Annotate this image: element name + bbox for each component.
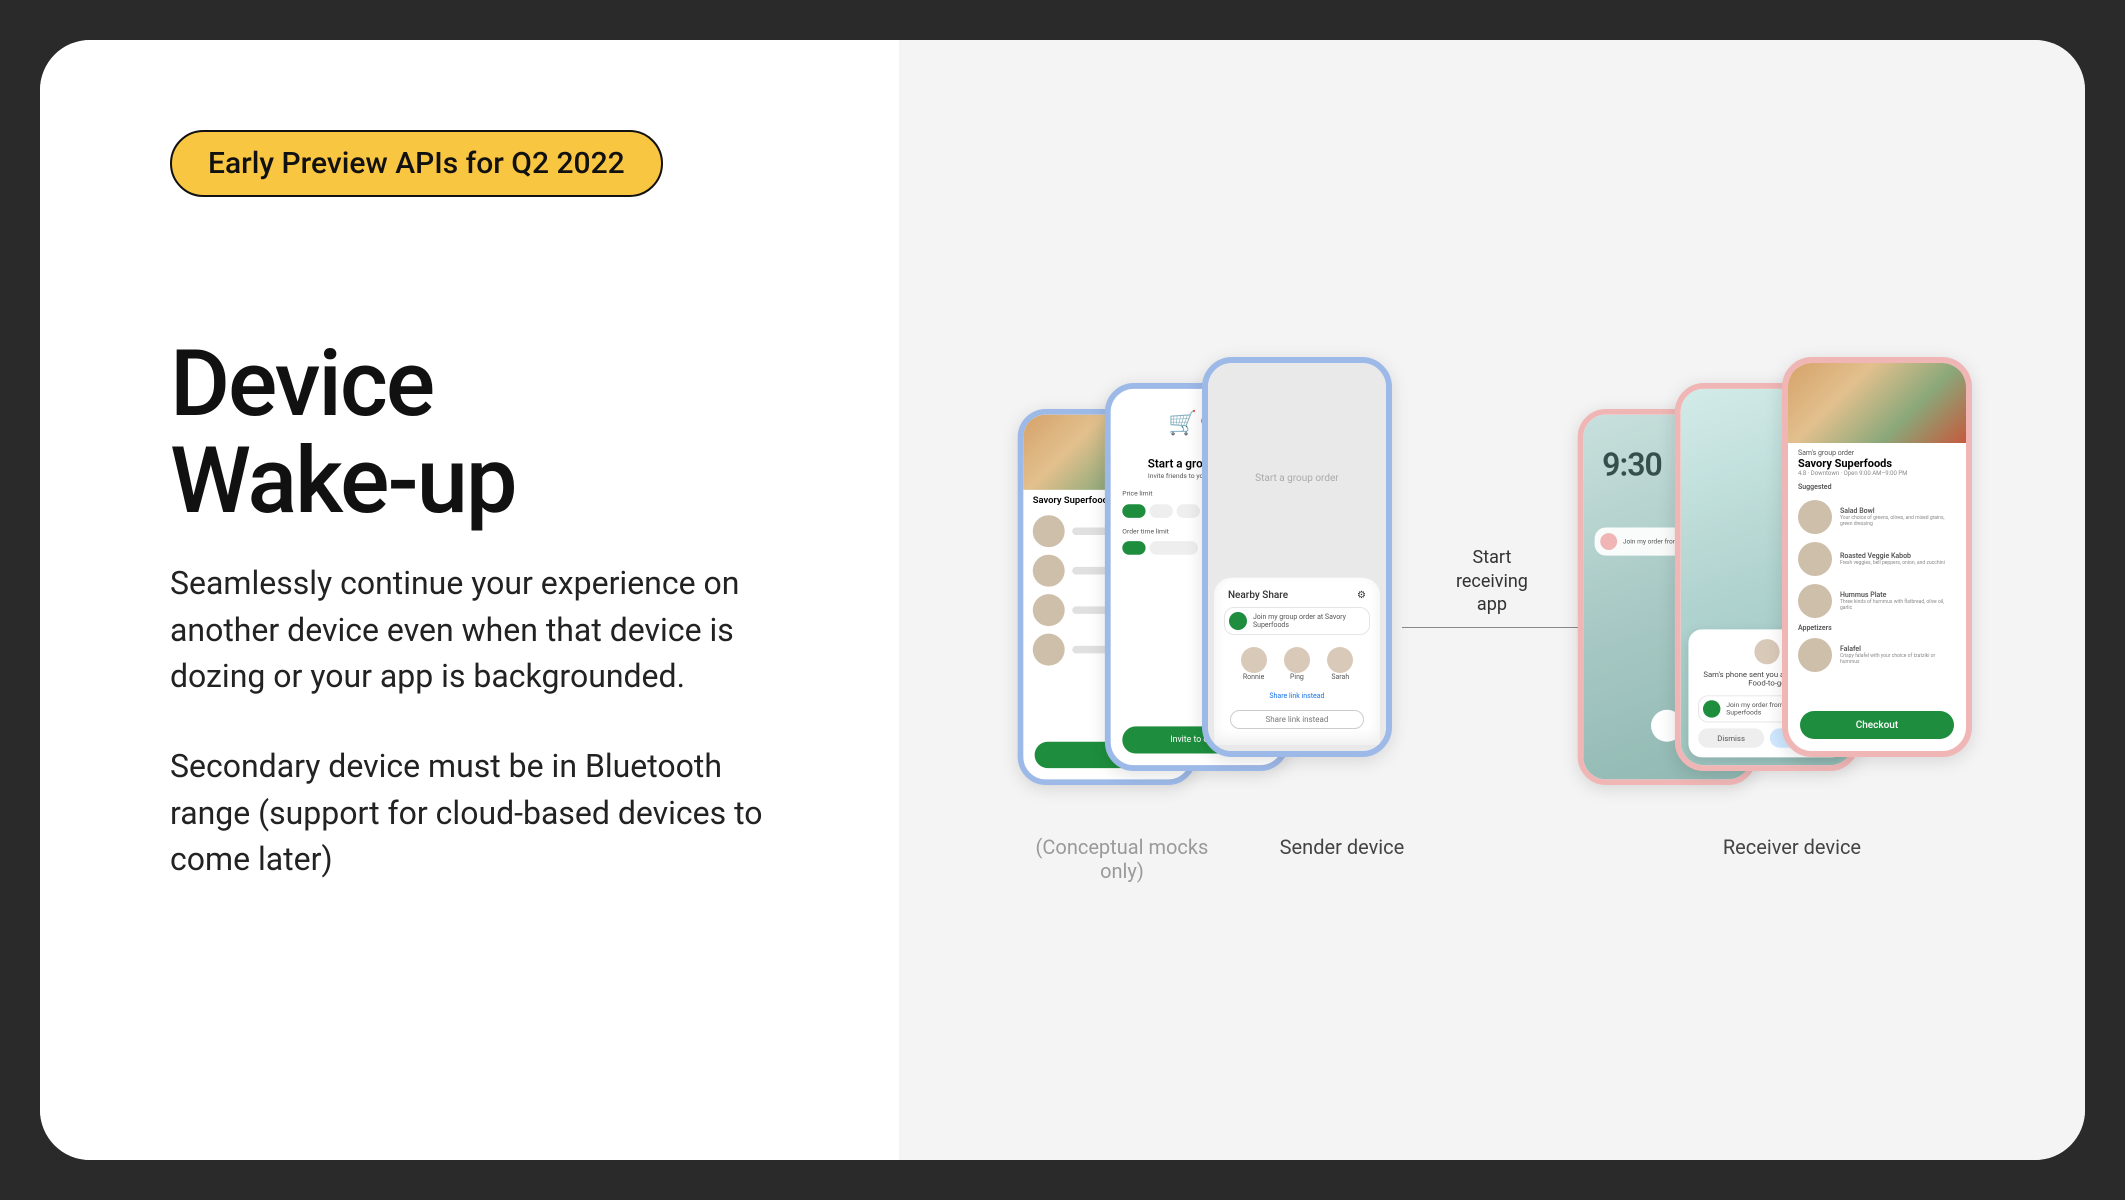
illustration-panel: Savory Superfoods 🛒🍕 Start a group order…: [899, 40, 2085, 1160]
item-name: Roasted Veggie Kabob: [1840, 552, 1945, 560]
item-desc: Three kinds of hummus with flatbread, ol…: [1840, 599, 1956, 611]
caption-receiver: Receiver device: [1572, 835, 2012, 883]
share-link-instead: Share link instead: [1224, 688, 1370, 704]
nearby-people: Ronnie Ping Sarah: [1224, 641, 1370, 687]
flow-arrow: Start receiving app: [1432, 546, 1552, 627]
person-name: Ronnie: [1241, 673, 1267, 681]
arrow-line: [1402, 627, 1582, 628]
receiver-phone-front: Sam's group order Savory Superfoods 4.8 …: [1782, 357, 1972, 757]
notif-avatar: [1600, 533, 1617, 550]
app-icon: [1703, 700, 1720, 717]
sender-phone-front: Start a group order Nearby Share ⚙ Join …: [1202, 357, 1392, 757]
settings-icon: ⚙: [1357, 590, 1366, 601]
menu-item: Roasted Veggie KabobFresh veggies, bell …: [1788, 538, 1966, 580]
item-name: Hummus Plate: [1840, 591, 1956, 599]
dismiss-button: Dismiss: [1698, 728, 1764, 747]
captions-row: (Conceptual mocks only) Sender device Re…: [899, 835, 2085, 883]
presentation-slide: Early Preview APIs for Q2 2022 Device Wa…: [40, 40, 2085, 1160]
sender-phone-group: Savory Superfoods 🛒🍕 Start a group order…: [1012, 357, 1412, 817]
title-line-1: Device: [170, 331, 433, 438]
receiver-phone-group: 9:30 Join my order from Food-to-go Sam's…: [1572, 357, 2012, 817]
sender-avatar: [1754, 639, 1779, 664]
nearby-share-sheet: Nearby Share ⚙ Join my group order at Sa…: [1214, 577, 1380, 745]
description-paragraph-2: Secondary device must be in Bluetooth ra…: [170, 743, 770, 882]
checkout-button: Checkout: [1800, 711, 1954, 739]
item-desc: Your choice of greens, olives, and mixed…: [1840, 515, 1956, 527]
nearby-share-title: Nearby Share: [1228, 590, 1288, 601]
menu-item: Salad BowlYour choice of greens, olives,…: [1788, 496, 1966, 538]
device-stage: Savory Superfoods 🛒🍕 Start a group order…: [899, 357, 2085, 817]
menu-item: Hummus PlateThree kinds of hummus with f…: [1788, 580, 1966, 622]
caption-sender: Sender device: [1232, 835, 1452, 883]
food-hero-image: [1788, 363, 1966, 443]
item-name: Salad Bowl: [1840, 507, 1956, 515]
caption-note: (Conceptual mocks only): [1012, 835, 1232, 883]
menu-item: FalafelCrispy falafel with your choice o…: [1788, 634, 1966, 676]
person-name: Ping: [1284, 673, 1310, 681]
slide-title: Device Wake-up: [170, 337, 839, 530]
item-desc: Crispy falafel with your choice of tzatz…: [1840, 653, 1956, 665]
app-icon: [1229, 612, 1247, 630]
arrow-label: Start receiving app: [1432, 546, 1552, 616]
section-appetizers: Appetizers: [1788, 622, 1966, 634]
dimmed-title: Start a group order: [1208, 473, 1386, 484]
description-paragraph-1: Seamlessly continue your experience on a…: [170, 560, 770, 699]
item-desc: Fresh veggies, bell peppers, onion, and …: [1840, 560, 1945, 566]
restaurant-name: Savory Superfoods: [1798, 457, 1956, 470]
avatar: [1284, 647, 1310, 673]
restaurant-meta: 4.8 · Downtown · Open 9:00 AM–9:00 PM: [1798, 470, 1956, 477]
share-message: Join my group order at Savory Superfoods: [1253, 613, 1365, 630]
preview-badge: Early Preview APIs for Q2 2022: [170, 130, 663, 197]
order-owner: Sam's group order: [1798, 449, 1956, 457]
text-panel: Early Preview APIs for Q2 2022 Device Wa…: [40, 40, 899, 1160]
title-line-2: Wake-up: [170, 428, 516, 535]
person-name: Sarah: [1327, 673, 1353, 681]
avatar: [1241, 647, 1267, 673]
section-suggested: Suggested: [1788, 479, 1966, 495]
share-link-button: Share link instead: [1230, 710, 1364, 729]
share-payload: Join my group order at Savory Superfoods: [1224, 607, 1370, 635]
avatar: [1327, 647, 1353, 673]
checkout-label: Checkout: [1856, 720, 1898, 731]
